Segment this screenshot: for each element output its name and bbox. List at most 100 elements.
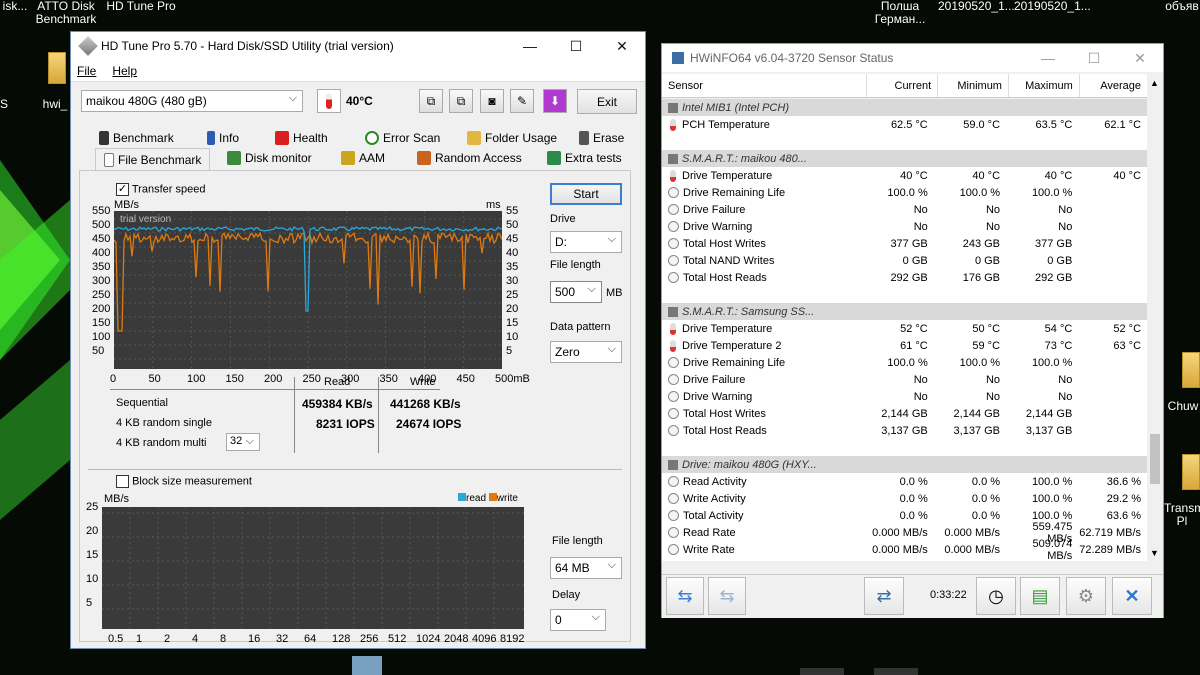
settings-gear-icon[interactable]: ⚙ xyxy=(1066,577,1106,615)
value-cur: 0.0 % xyxy=(899,492,928,505)
file-length-input[interactable]: 500 xyxy=(550,281,602,303)
sensor-row[interactable]: Total Host Writes 377 GB 243 GB 377 GB xyxy=(662,235,1147,252)
sensor-row[interactable]: PCH Temperature 62.5 °C 59.0 °C 63.5 °C 62.1… xyxy=(662,116,1147,133)
folder-icon[interactable] xyxy=(48,52,66,84)
sensor-group-row[interactable]: Intel MIB1 (Intel PCH) xyxy=(662,99,1147,116)
desktop-shortcut-icon[interactable] xyxy=(800,668,844,675)
desktop-icon-transm[interactable]: Transm Pl xyxy=(1164,502,1200,528)
tab-erase[interactable]: Erase xyxy=(579,128,624,148)
checkbox[interactable]: ✓ xyxy=(116,183,129,196)
close-button[interactable]: ✕ xyxy=(599,32,645,60)
window-title: HWiNFO64 v6.04-3720 Sensor Status xyxy=(690,51,894,65)
col-current[interactable]: Current xyxy=(867,74,939,97)
block-size-label: Block size measurement xyxy=(132,475,252,488)
delay-input[interactable]: 0 xyxy=(550,609,606,631)
desktop-icon-file[interactable]: объяв xyxy=(1164,0,1200,13)
options-icon[interactable]: ✎ xyxy=(510,89,534,113)
chip-icon xyxy=(668,153,678,164)
folder-icon[interactable] xyxy=(1182,352,1200,388)
sensor-row[interactable]: Total Host Reads 3,137 GB 3,137 GB 3,137 GB xyxy=(662,422,1147,439)
tab-random-access[interactable]: Random Access xyxy=(417,148,522,168)
tab-error-scan[interactable]: Error Scan xyxy=(365,128,440,148)
sensor-row[interactable]: Drive Failure No No No xyxy=(662,371,1147,388)
col-sensor[interactable]: Sensor xyxy=(662,74,868,97)
desktop-icon-file[interactable]: 20190520_1... xyxy=(938,0,1015,13)
arrows-left-right-icon[interactable]: ⇆ xyxy=(666,577,704,615)
sensor-row[interactable]: Total Host Writes 2,144 GB 2,144 GB 2,144 G… xyxy=(662,405,1147,422)
transfer-speed-checkbox[interactable]: ✓ Transfer speed xyxy=(116,183,205,196)
save-icon[interactable]: ⬇ xyxy=(543,89,567,113)
queue-depth-stepper[interactable]: 32 xyxy=(226,433,260,451)
sensor-group-row[interactable]: Drive: maikou 480G (HXY... xyxy=(662,456,1147,473)
menu-file[interactable]: File xyxy=(77,64,96,78)
desktop-shortcut-icon[interactable] xyxy=(874,668,918,675)
drive-dropdown[interactable]: D: xyxy=(550,231,622,253)
sensor-row[interactable]: Drive Temperature 40 °C 40 °C 40 °C 40 °C xyxy=(662,167,1147,184)
minimize-button[interactable]: — xyxy=(507,32,553,60)
tab-benchmark[interactable]: Benchmark xyxy=(99,128,174,148)
sensor-row[interactable]: Write Activity 0.0 % 0.0 % 100.0 % 29.2 % xyxy=(662,490,1147,507)
sensor-row[interactable]: Drive Temperature 2 61 °C 59 °C 73 °C 63 °C xyxy=(662,337,1147,354)
sensor-row[interactable]: Drive Remaining Life 100.0 % 100.0 % 100.0 … xyxy=(662,354,1147,371)
sensor-row[interactable]: Drive Warning No No No xyxy=(662,388,1147,405)
desktop-icon-file[interactable]: 20190520_1... xyxy=(1014,0,1091,13)
scrollbar-thumb[interactable] xyxy=(1150,434,1160,484)
desktop-icon-hwi[interactable]: hwi_ xyxy=(40,98,70,111)
sensor-row[interactable]: Total Host Reads 292 GB 176 GB 292 GB xyxy=(662,269,1147,286)
sensor-row[interactable]: Drive Temperature 52 °C 50 °C 54 °C 52 °C xyxy=(662,320,1147,337)
network-icon[interactable]: ⇄ xyxy=(864,577,904,615)
block-size-checkbox[interactable]: Block size measurement xyxy=(116,475,252,488)
sensor-row[interactable]: Total NAND Writes 0 GB 0 GB 0 GB xyxy=(662,252,1147,269)
clock-icon[interactable]: ◷ xyxy=(976,577,1016,615)
sensor-row[interactable]: Write Rate 0.000 MB/s 0.000 MB/s 509.074 MB… xyxy=(662,538,1147,561)
exit-button[interactable]: Exit xyxy=(577,89,637,114)
desktop-icon-atto[interactable]: ATTO Disk Benchmark xyxy=(30,0,102,26)
tab-info[interactable]: Info xyxy=(207,128,239,148)
close-button[interactable]: ✕ xyxy=(1117,44,1163,72)
desktop-icon[interactable]: isk... xyxy=(0,0,30,13)
sensor-group-row[interactable]: S.M.A.R.T.: Samsung SS... xyxy=(662,303,1147,320)
minimize-button[interactable]: — xyxy=(1025,44,1071,72)
sensor-row[interactable]: Drive Remaining Life 100.0 % 100.0 % 100.0 … xyxy=(662,184,1147,201)
camera-icon[interactable]: ◙ xyxy=(480,89,504,113)
col-maximum[interactable]: Maximum xyxy=(1009,74,1080,97)
bs-file-length-dropdown[interactable]: 64 MB xyxy=(550,557,622,579)
copy-info-icon[interactable]: ⧉ xyxy=(419,89,443,113)
scroll-down-icon[interactable]: ▼ xyxy=(1150,548,1159,558)
checkbox[interactable] xyxy=(116,475,129,488)
sensor-group-row[interactable]: S.M.A.R.T.: maikou 480... xyxy=(662,150,1147,167)
menu-help[interactable]: Help xyxy=(112,64,137,78)
drive-select[interactable]: maikou 480G (480 gB) xyxy=(81,90,303,112)
col-average[interactable]: Average xyxy=(1080,74,1147,97)
scrollbar[interactable]: ▲ ▼ xyxy=(1147,74,1163,561)
desktop-shortcut-icon[interactable] xyxy=(352,656,382,675)
start-button[interactable]: Start xyxy=(550,183,622,205)
sensor-row[interactable]: Drive Failure No No No xyxy=(662,201,1147,218)
tab-disk-monitor[interactable]: Disk monitor xyxy=(227,148,312,168)
col-minimum[interactable]: Minimum xyxy=(938,74,1009,97)
desktop-icon-hdtune[interactable]: HD Tune Pro xyxy=(104,0,178,13)
sensor-name-cell: Total Host Writes xyxy=(662,408,861,420)
maximize-button[interactable]: ☐ xyxy=(1071,44,1117,72)
desktop-icon-folder[interactable]: Полша Герман... xyxy=(870,0,930,26)
gauge-icon xyxy=(668,391,679,402)
desktop-icon-s[interactable]: S xyxy=(0,98,8,111)
tab-file-benchmark[interactable]: File Benchmark xyxy=(95,148,211,170)
close-x-icon[interactable]: ✕ xyxy=(1112,577,1152,615)
data-pattern-dropdown[interactable]: Zero xyxy=(550,341,622,363)
maximize-button[interactable]: ☐ xyxy=(553,32,599,60)
add-report-icon[interactable]: ▤ xyxy=(1020,577,1060,615)
desktop-icon-chuw[interactable]: Chuw xyxy=(1166,400,1200,413)
tab-extra-tests[interactable]: Extra tests xyxy=(547,148,622,168)
value-max: 63.5 °C xyxy=(1035,118,1073,131)
sensor-row[interactable]: Drive Warning No No No xyxy=(662,218,1147,235)
scroll-up-icon[interactable]: ▲ xyxy=(1150,78,1159,88)
arrows-disabled-icon[interactable]: ⇆ xyxy=(708,577,746,615)
tab-aam[interactable]: AAM xyxy=(341,148,385,168)
sensor-row[interactable]: Read Activity 0.0 % 0.0 % 100.0 % 36.6 % xyxy=(662,473,1147,490)
tab-health[interactable]: Health xyxy=(275,128,328,148)
folder-icon[interactable] xyxy=(1182,454,1200,490)
tab-folder-usage[interactable]: Folder Usage xyxy=(467,128,557,148)
sensor-name: Drive: maikou 480G (HXY... xyxy=(682,458,817,471)
copy-all-icon[interactable]: ⧉ xyxy=(449,89,473,113)
